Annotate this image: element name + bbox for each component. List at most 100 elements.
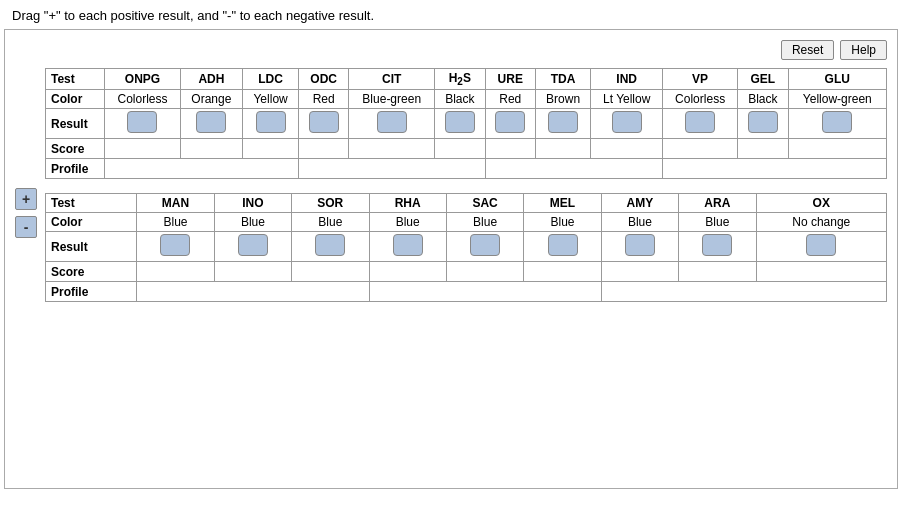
- result-box-amy[interactable]: [625, 234, 655, 256]
- result-box-adh[interactable]: [196, 111, 226, 133]
- table2-color-sac: Blue: [446, 213, 523, 232]
- table2-profile-group2: [369, 282, 601, 302]
- table2-result-sor: [292, 232, 369, 262]
- table2-result-sac: [446, 232, 523, 262]
- reset-button[interactable]: Reset: [781, 40, 834, 60]
- result-box-onpg[interactable]: [127, 111, 157, 133]
- table1-color-ldc: Yellow: [243, 90, 299, 109]
- table2-result-ara: [679, 232, 756, 262]
- table1-color-cit: Blue-green: [349, 90, 435, 109]
- result-box-man[interactable]: [160, 234, 190, 256]
- table2-color-man: Blue: [137, 213, 214, 232]
- table2-result-ino: [214, 232, 291, 262]
- table1-score-h2s: [435, 139, 485, 159]
- table1-result-odc: [298, 109, 348, 139]
- table1-result-tda: [535, 109, 590, 139]
- table1-score-ldc: [243, 139, 299, 159]
- table2-score-amy: [601, 262, 678, 282]
- table1-col-adh: ADH: [180, 69, 243, 90]
- table1-score-odc: [298, 139, 348, 159]
- table2-score-rha: [369, 262, 446, 282]
- table1-profile-group2: [298, 159, 485, 179]
- table1-profile-label: Profile: [46, 159, 105, 179]
- result-box-vp[interactable]: [685, 111, 715, 133]
- table1-col-gel: GEL: [738, 69, 788, 90]
- table2-score-ox: [756, 262, 886, 282]
- table1-color-vp: Colorless: [663, 90, 738, 109]
- table1-score-ind: [591, 139, 663, 159]
- table2-col-sor: SOR: [292, 194, 369, 213]
- table1-color-row: Color Colorless Orange Yellow Red Blue-g…: [46, 90, 887, 109]
- table2-color-ara: Blue: [679, 213, 756, 232]
- result-box-mel[interactable]: [548, 234, 578, 256]
- result-box-ara[interactable]: [702, 234, 732, 256]
- table1-score-row: Score: [46, 139, 887, 159]
- table2-result-amy: [601, 232, 678, 262]
- table1-score-glu: [788, 139, 886, 159]
- result-box-ino[interactable]: [238, 234, 268, 256]
- main-area: Reset Help + - Test ONPG ADH LDC ODC CIT…: [4, 29, 898, 489]
- table1-col-ind: IND: [591, 69, 663, 90]
- table2-color-rha: Blue: [369, 213, 446, 232]
- result-box-tda[interactable]: [548, 111, 578, 133]
- table2-result-label: Result: [46, 232, 137, 262]
- table1-score-gel: [738, 139, 788, 159]
- table2-col-mel: MEL: [524, 194, 601, 213]
- table1-col-onpg: ONPG: [105, 69, 180, 90]
- result-box-ure[interactable]: [495, 111, 525, 133]
- table1: Test ONPG ADH LDC ODC CIT H2S URE TDA IN…: [45, 68, 887, 179]
- table1-score-cit: [349, 139, 435, 159]
- table2-col-rha: RHA: [369, 194, 446, 213]
- table2-col-amy: AMY: [601, 194, 678, 213]
- result-box-ldc[interactable]: [256, 111, 286, 133]
- table2-score-sac: [446, 262, 523, 282]
- table1-result-cit: [349, 109, 435, 139]
- table1-header-row: Test ONPG ADH LDC ODC CIT H2S URE TDA IN…: [46, 69, 887, 90]
- result-box-glu[interactable]: [822, 111, 852, 133]
- table1-col-ure: URE: [485, 69, 535, 90]
- help-button[interactable]: Help: [840, 40, 887, 60]
- table1-col-vp: VP: [663, 69, 738, 90]
- result-box-gel[interactable]: [748, 111, 778, 133]
- table2-result-ox: [756, 232, 886, 262]
- table1-col-glu: GLU: [788, 69, 886, 90]
- result-box-odc[interactable]: [309, 111, 339, 133]
- table1-result-row: Result: [46, 109, 887, 139]
- result-box-cit[interactable]: [377, 111, 407, 133]
- table1-score-onpg: [105, 139, 180, 159]
- table1-result-label: Result: [46, 109, 105, 139]
- table1-result-ure: [485, 109, 535, 139]
- table1-color-h2s: Black: [435, 90, 485, 109]
- table2-color-label: Color: [46, 213, 137, 232]
- table1-result-onpg: [105, 109, 180, 139]
- table2-score-sor: [292, 262, 369, 282]
- result-box-sor[interactable]: [315, 234, 345, 256]
- instruction: Drag "+" to each positive result, and "-…: [0, 0, 902, 29]
- table1-color-odc: Red: [298, 90, 348, 109]
- table2-score-ara: [679, 262, 756, 282]
- table1-col-h2s: H2S: [435, 69, 485, 90]
- table2-result-mel: [524, 232, 601, 262]
- result-box-sac[interactable]: [470, 234, 500, 256]
- result-box-rha[interactable]: [393, 234, 423, 256]
- plus-button[interactable]: +: [15, 188, 37, 210]
- table1-color-glu: Yellow-green: [788, 90, 886, 109]
- result-box-ox[interactable]: [806, 234, 836, 256]
- result-box-ind[interactable]: [612, 111, 642, 133]
- table1-result-gel: [738, 109, 788, 139]
- table1-color-tda: Brown: [535, 90, 590, 109]
- result-box-h2s[interactable]: [445, 111, 475, 133]
- table1-result-h2s: [435, 109, 485, 139]
- table2-color-amy: Blue: [601, 213, 678, 232]
- table2-profile-group1: [137, 282, 369, 302]
- tables-area: Test ONPG ADH LDC ODC CIT H2S URE TDA IN…: [45, 68, 887, 316]
- table1-color-ind: Lt Yellow: [591, 90, 663, 109]
- content-area: + - Test ONPG ADH LDC ODC CIT H2S URE TD…: [15, 68, 887, 316]
- table1-result-ind: [591, 109, 663, 139]
- table1-color-onpg: Colorless: [105, 90, 180, 109]
- table2-color-sor: Blue: [292, 213, 369, 232]
- table2: Test MAN INO SOR RHA SAC MEL AMY ARA OX …: [45, 193, 887, 302]
- table2-score-ino: [214, 262, 291, 282]
- minus-button[interactable]: -: [15, 216, 37, 238]
- table2-score-man: [137, 262, 214, 282]
